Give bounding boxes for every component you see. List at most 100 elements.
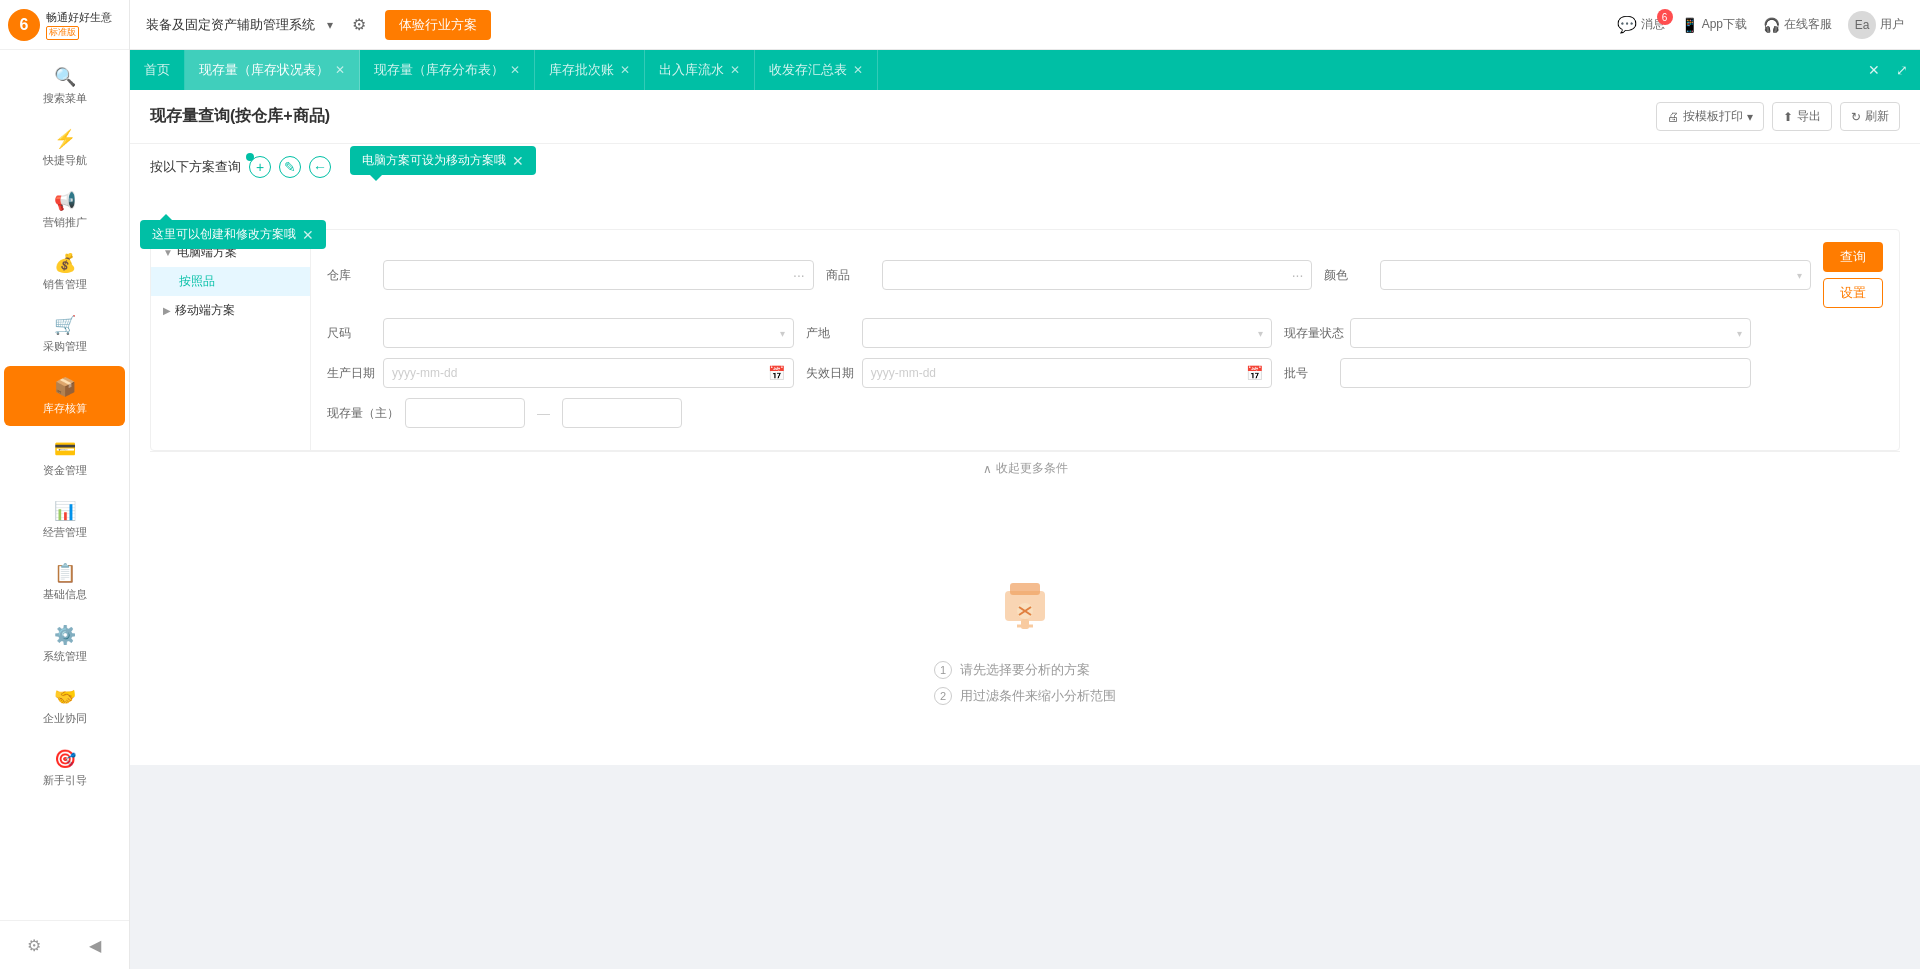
- setting-btn[interactable]: 设置: [1823, 278, 1883, 308]
- tab-receive-summary[interactable]: 收发存汇总表 ✕: [755, 50, 878, 90]
- calendar-icon-prod: 📅: [768, 365, 785, 381]
- production-date-placeholder: yyyy-mm-dd: [392, 366, 457, 380]
- color-arrow-icon: ▾: [1797, 270, 1802, 281]
- system-dropdown-btn[interactable]: ▾: [327, 18, 333, 32]
- sidebar-item-operation[interactable]: 📊 经营管理: [4, 490, 125, 550]
- origin-select[interactable]: ▾: [862, 318, 1273, 348]
- sidebar-item-quick[interactable]: ⚡ 快捷导航: [4, 118, 125, 178]
- tab-bar: 首页 现存量（库存状况表） ✕ 现存量（库存分布表） ✕ 库存批次账 ✕ 出入库…: [130, 50, 1920, 90]
- nav-label-guide: 新手引导: [43, 773, 87, 788]
- goods-select[interactable]: ···: [882, 260, 1313, 290]
- page-header: 现存量查询(按仓库+商品) 🖨 按模板打印 ▾ ⬆ 导出 ↻ 刷新: [130, 90, 1920, 144]
- sidebar-item-search[interactable]: 🔍 搜索菜单: [4, 56, 125, 116]
- production-date-input[interactable]: yyyy-mm-dd 📅: [383, 358, 794, 388]
- logo-badge: 标准版: [46, 26, 79, 40]
- tab-home[interactable]: 首页: [130, 50, 185, 90]
- expiry-date-input[interactable]: yyyy-mm-dd 📅: [862, 358, 1273, 388]
- app-download-btn[interactable]: 📱 App下载: [1681, 16, 1747, 33]
- notification-btn[interactable]: 💬 6 消息: [1617, 15, 1665, 34]
- search-btn[interactable]: 查询: [1823, 242, 1883, 272]
- logo-icon: 6: [8, 9, 40, 41]
- size-select[interactable]: ▾: [383, 318, 794, 348]
- back-scheme-btn[interactable]: ←: [309, 156, 331, 178]
- sales-icon: 💰: [54, 252, 76, 274]
- expiry-date-placeholder: yyyy-mm-dd: [871, 366, 936, 380]
- chevron-down-icon: ▾: [327, 18, 333, 32]
- warehouse-label: 仓库: [327, 267, 377, 284]
- form-area: 仓库 ··· 商品 ···: [311, 230, 1899, 450]
- tab-inventory-dist[interactable]: 现存量（库存分布表） ✕: [360, 50, 535, 90]
- tab-close-all-icon[interactable]: ✕: [1864, 58, 1884, 82]
- tooltip2-close[interactable]: ✕: [302, 227, 314, 243]
- sidebar-item-purchase[interactable]: 🛒 采购管理: [4, 304, 125, 364]
- tab-inventory-status-label: 现存量（库存状况表）: [199, 61, 329, 79]
- username-label: 用户: [1880, 16, 1904, 33]
- empty-illustration: [985, 561, 1065, 641]
- tab-inout-flow[interactable]: 出入库流水 ✕: [645, 50, 755, 90]
- sidebar-item-marketing[interactable]: 📢 营销推广: [4, 180, 125, 240]
- nav-label-sales: 销售管理: [43, 277, 87, 292]
- batch-field: 批号: [1284, 358, 1751, 388]
- tab-receive-summary-close[interactable]: ✕: [853, 63, 863, 77]
- warehouse-select[interactable]: ···: [383, 260, 814, 290]
- inventory-status-label: 现存量状态: [1284, 325, 1344, 342]
- tab-inventory-dist-close[interactable]: ✕: [510, 63, 520, 77]
- current-qty-from[interactable]: [405, 398, 525, 428]
- size-label: 尺码: [327, 325, 377, 342]
- collapse-bar[interactable]: ∧ 收起更多条件: [150, 451, 1900, 485]
- inventory-status-select[interactable]: ▾: [1350, 318, 1751, 348]
- scheme-item-pc-sub[interactable]: 按照品: [151, 267, 310, 296]
- edit-scheme-btn[interactable]: ✎: [279, 156, 301, 178]
- goods-dots[interactable]: ···: [1292, 267, 1304, 283]
- tooltip1-close[interactable]: ✕: [512, 153, 524, 169]
- form-row-1: 仓库 ··· 商品 ···: [327, 242, 1883, 308]
- sidebar-settings-btn[interactable]: ⚙: [18, 929, 50, 961]
- header-left: 装备及固定资产辅助管理系统 ▾ ⚙ 体验行业方案: [146, 10, 491, 40]
- experience-btn[interactable]: 体验行业方案: [385, 10, 491, 40]
- origin-field: 产地 ▾: [806, 318, 1273, 348]
- sidebar-item-enterprise[interactable]: 🤝 企业协同: [4, 676, 125, 736]
- warehouse-dots[interactable]: ···: [793, 267, 805, 283]
- header-settings-icon[interactable]: ⚙: [345, 11, 373, 39]
- color-select[interactable]: ▾: [1380, 260, 1811, 290]
- production-date-field: 生产日期 yyyy-mm-dd 📅: [327, 358, 794, 388]
- message-icon: 💬: [1617, 15, 1637, 34]
- tab-inventory-status-close[interactable]: ✕: [335, 63, 345, 77]
- svg-rect-1: [1010, 583, 1040, 595]
- goods-label: 商品: [826, 267, 876, 284]
- print-dropdown-icon: ▾: [1747, 110, 1753, 124]
- sidebar-item-inventory[interactable]: 📦 库存核算: [4, 366, 125, 426]
- tab-expand-icon[interactable]: ⤢: [1892, 58, 1912, 82]
- tab-batch-ledger[interactable]: 库存批次账 ✕: [535, 50, 645, 90]
- sidebar: 6 畅通好好生意 标准版 🔍 搜索菜单 ⚡ 快捷导航 📢 营销推广 💰 销售管理…: [0, 0, 130, 969]
- user-area[interactable]: Ea 用户: [1848, 11, 1904, 39]
- step-1-text: 请先选择要分析的方案: [960, 661, 1090, 679]
- finance-icon: 💳: [54, 438, 76, 460]
- tooltip2-text: 这里可以创建和修改方案哦: [152, 226, 296, 243]
- filter-header: 按以下方案查询 + ✎ ←: [150, 156, 1900, 178]
- sidebar-item-finance[interactable]: 💳 资金管理: [4, 428, 125, 488]
- tab-inout-flow-close[interactable]: ✕: [730, 63, 740, 77]
- expiry-date-label: 失效日期: [806, 365, 856, 382]
- sidebar-item-guide[interactable]: 🎯 新手引导: [4, 738, 125, 798]
- form-row-3: 生产日期 yyyy-mm-dd 📅 失效日期 yyyy-mm-dd: [327, 358, 1883, 388]
- sidebar-item-basic[interactable]: 📋 基础信息: [4, 552, 125, 612]
- add-scheme-btn[interactable]: +: [249, 156, 271, 178]
- tab-batch-ledger-close[interactable]: ✕: [620, 63, 630, 77]
- quick-icon: ⚡: [54, 128, 76, 150]
- sidebar-collapse-btn[interactable]: ◀: [79, 929, 111, 961]
- scheme-label-sub: 按照品: [179, 273, 215, 290]
- refresh-btn[interactable]: ↻ 刷新: [1840, 102, 1900, 131]
- current-qty-to[interactable]: [562, 398, 682, 428]
- sidebar-item-sales[interactable]: 💰 销售管理: [4, 242, 125, 302]
- export-btn[interactable]: ⬆ 导出: [1772, 102, 1832, 131]
- filter-label: 按以下方案查询: [150, 158, 241, 176]
- print-btn[interactable]: 🖨 按模板打印 ▾: [1656, 102, 1764, 131]
- scheme-item-mobile[interactable]: ▶ 移动端方案: [151, 296, 310, 325]
- origin-label: 产地: [806, 325, 856, 342]
- sidebar-item-system[interactable]: ⚙️ 系统管理: [4, 614, 125, 674]
- online-support-btn[interactable]: 🎧 在线客服: [1763, 16, 1832, 33]
- nav-label-marketing: 营销推广: [43, 215, 87, 230]
- batch-input[interactable]: [1340, 358, 1751, 388]
- tab-inventory-status[interactable]: 现存量（库存状况表） ✕: [185, 50, 360, 90]
